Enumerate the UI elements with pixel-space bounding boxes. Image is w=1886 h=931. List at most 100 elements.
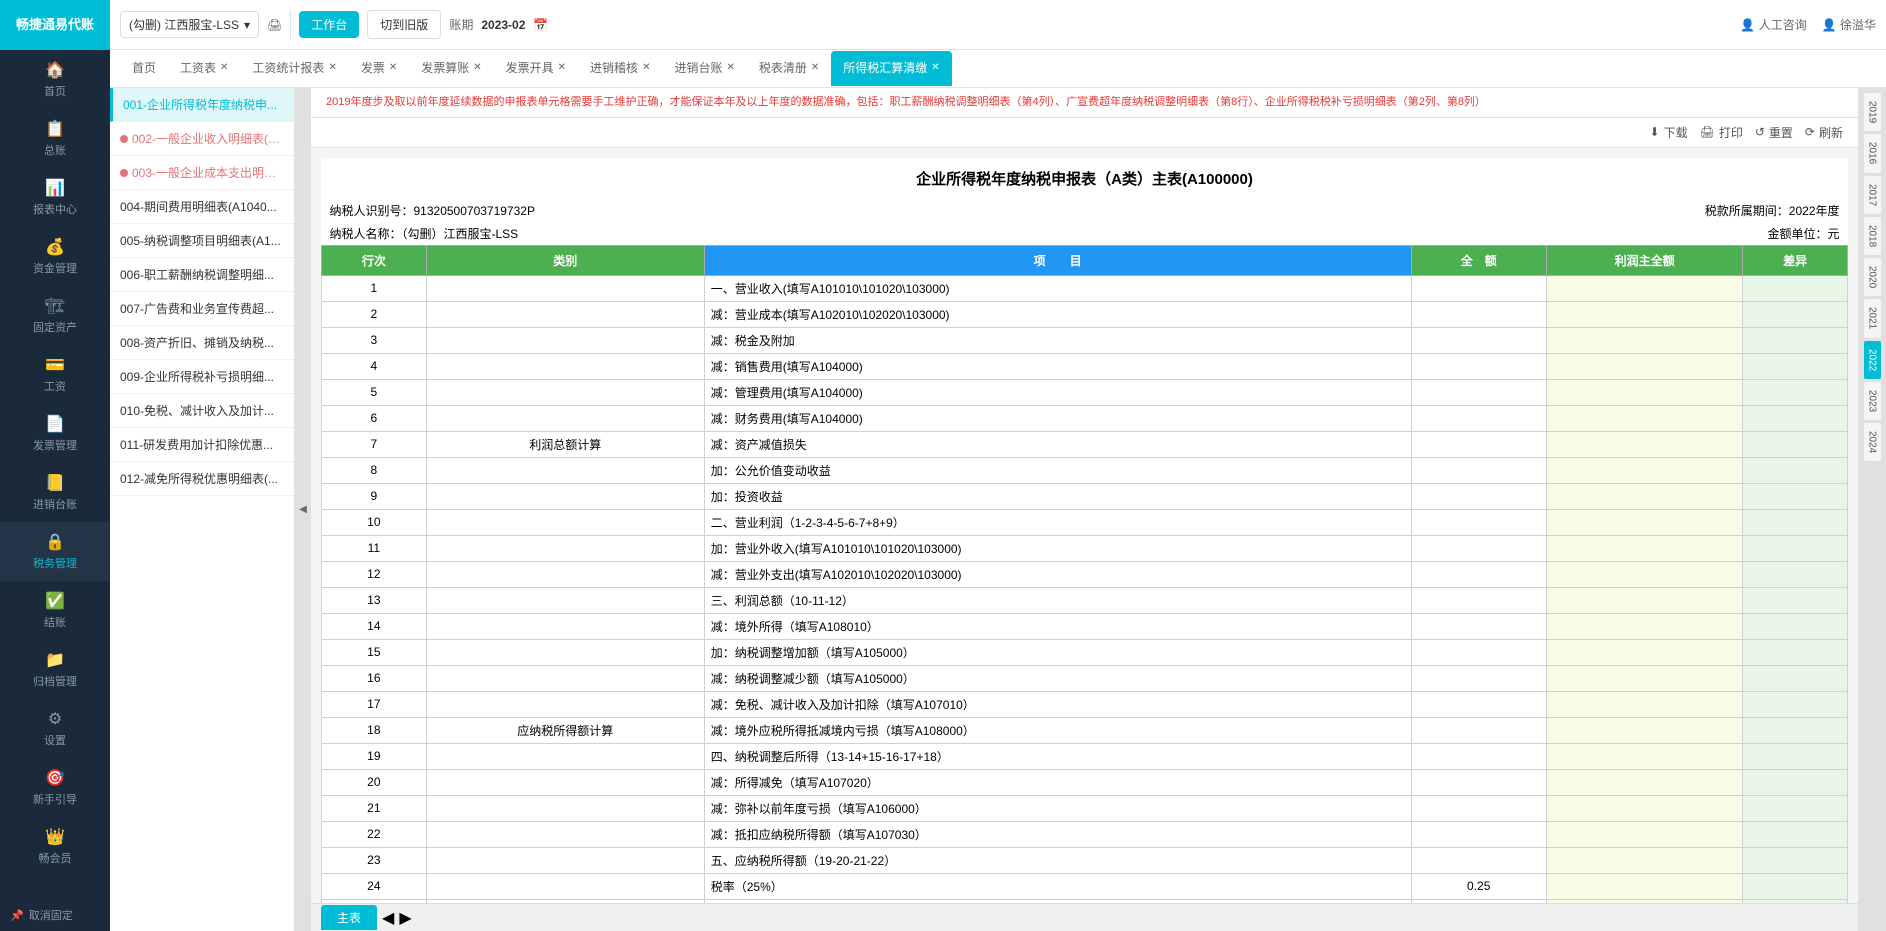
left-panel-item-012[interactable]: 012-减免所得税优惠明细表(...: [110, 462, 294, 496]
collapse-button[interactable]: ◀: [295, 88, 311, 931]
tab-label-5: 发票开具: [506, 59, 554, 76]
tab-close-1[interactable]: ✕: [220, 62, 228, 73]
year-item-2021[interactable]: 2021: [1864, 299, 1881, 337]
download-button[interactable]: ⬇ 下载: [1650, 124, 1688, 141]
tab-close-3[interactable]: ✕: [389, 62, 397, 73]
calendar-icon[interactable]: 📅: [533, 18, 548, 32]
year-item-2024[interactable]: 2024: [1864, 423, 1881, 461]
sidebar-item-畅会员[interactable]: 👑畅会员: [0, 817, 110, 876]
table-row: 10二、营业利润（1-2-3-4-5-6-7+8+9）: [322, 509, 1848, 535]
sidebar-item-进销台账[interactable]: 📒进销台账: [0, 463, 110, 522]
prev-page[interactable]: ◀: [382, 908, 394, 928]
diff-20: [1743, 795, 1848, 821]
tab-close-2[interactable]: ✕: [328, 62, 336, 73]
left-panel-item-003[interactable]: 003-一般企业成本支出明细...: [110, 156, 294, 190]
row-number-15: 16: [322, 665, 427, 691]
tab-close-7[interactable]: ✕: [726, 62, 734, 73]
table-row: 21减：弥补以前年度亏损（填写A106000）: [322, 795, 1848, 821]
table-title: 企业所得税年度纳税申报表（A类）主表(A100000): [322, 158, 1848, 199]
year-item-2017[interactable]: 2017: [1864, 176, 1881, 214]
item-text-8: 加：投资收益: [704, 483, 1411, 509]
tab-close-5[interactable]: ✕: [558, 62, 566, 73]
profit-14: [1546, 639, 1742, 665]
left-panel-item-004[interactable]: 004-期间费用明细表(A1040...: [110, 190, 294, 224]
year-item-2016[interactable]: 2016: [1864, 134, 1881, 172]
profit-6: [1546, 431, 1742, 457]
tab-4[interactable]: 发票算账✕: [409, 51, 493, 86]
tab-1[interactable]: 工资表✕: [168, 51, 240, 86]
amount-9: [1411, 509, 1546, 535]
left-panel-item-009[interactable]: 009-企业所得税补亏损明细...: [110, 360, 294, 394]
sidebar: 畅捷通易代账 🏠首页📋总账📊报表中心💰资金管理🏗固定资产💳工资📄发票管理📒进销台…: [0, 0, 110, 931]
left-panel-item-006[interactable]: 006-职工薪酬纳税调整明细...: [110, 258, 294, 292]
reset-label: 重置: [1769, 124, 1793, 141]
sidebar-item-报表中心[interactable]: 📊报表中心: [0, 168, 110, 227]
bottom-tabs: 主表 ◀ ▶: [311, 903, 1858, 931]
left-panel-item-001[interactable]: 001-企业所得税年度纳税申...: [110, 88, 294, 122]
refresh-button[interactable]: ⟳ 刷新: [1805, 124, 1843, 141]
year-item-2020[interactable]: 2020: [1864, 258, 1881, 296]
sidebar-item-归档管理[interactable]: 📁归档管理: [0, 640, 110, 699]
item-text-16: 减：免税、减计收入及加计扣除（填写A107010）: [704, 691, 1411, 717]
left-panel-item-005[interactable]: 005-纳税调整项目明细表(A1...: [110, 224, 294, 258]
sidebar-item-工资[interactable]: 💳工资: [0, 345, 110, 404]
tab-close-6[interactable]: ✕: [642, 62, 650, 73]
row-number-19: 20: [322, 769, 427, 795]
item-text-22: 五、应纳税所得额（19-20-21-22）: [704, 847, 1411, 873]
category-empty-13: [426, 613, 704, 639]
year-item-2022[interactable]: 2022: [1864, 341, 1881, 379]
company-selector[interactable]: (勾删) 江西服宝-LSS ▾: [120, 11, 259, 38]
diff-11: [1743, 561, 1848, 587]
year-item-2019[interactable]: 2019: [1864, 93, 1881, 131]
reset-button[interactable]: ↺ 重置: [1755, 124, 1793, 141]
tab-close-4[interactable]: ✕: [473, 62, 481, 73]
category-empty-20: [426, 795, 704, 821]
customer-service[interactable]: 👤 人工咨询: [1740, 16, 1806, 33]
sidebar-item-设置[interactable]: ⚙设置: [0, 699, 110, 758]
sidebar-item-新手引导[interactable]: 🎯新手引导: [0, 758, 110, 817]
table-row: 7利润总额计算减：资产减值损失: [322, 431, 1848, 457]
amount-16: [1411, 691, 1546, 717]
amount-5: [1411, 405, 1546, 431]
tab-3[interactable]: 发票✕: [349, 51, 409, 86]
tab-close-8[interactable]: ✕: [811, 62, 819, 73]
sidebar-item-固定资产[interactable]: 🏗固定资产: [0, 286, 110, 345]
tab-8[interactable]: 税表清册✕: [747, 51, 831, 86]
topbar-divider: [290, 10, 291, 40]
left-panel-item-010[interactable]: 010-免税、减计收入及加计...: [110, 394, 294, 428]
table-row: 4减：销售费用(填写A104000): [322, 353, 1848, 379]
category-empty-4: [426, 379, 704, 405]
category-empty-8: [426, 483, 704, 509]
sidebar-item-首页[interactable]: 🏠首页: [0, 50, 110, 109]
sidebar-item-税务管理[interactable]: 🔒税务管理: [0, 522, 110, 581]
sidebar-item-结账[interactable]: ✅结账: [0, 581, 110, 640]
error-dot: [120, 135, 128, 143]
left-panel-item-007[interactable]: 007-广告费和业务宣传费超...: [110, 292, 294, 326]
year-item-2018[interactable]: 2018: [1864, 217, 1881, 255]
tab-6[interactable]: 进销稽核✕: [578, 51, 662, 86]
row-number-9: 10: [322, 509, 427, 535]
print-icon[interactable]: 🖨: [267, 18, 282, 32]
tab-9[interactable]: 所得税汇算清缴✕: [831, 51, 951, 86]
user-avatar[interactable]: 👤 徐溢华: [1822, 16, 1876, 33]
table-wrapper[interactable]: 企业所得税年度纳税申报表（A类）主表(A100000)纳税人识别号：913205…: [311, 148, 1858, 904]
sidebar-item-资金管理[interactable]: 💰资金管理: [0, 227, 110, 286]
tab-5[interactable]: 发票开具 ✕: [494, 51, 578, 86]
tab-close-9[interactable]: ✕: [931, 62, 939, 73]
year-item-2023[interactable]: 2023: [1864, 382, 1881, 420]
left-item-label-6: 007-广告费和业务宣传费超...: [120, 302, 274, 316]
left-panel-item-002[interactable]: 002-一般企业收入明细表(A1...: [110, 122, 294, 156]
left-panel-item-011[interactable]: 011-研发费用加计扣除优惠...: [110, 428, 294, 462]
sidebar-item-总账[interactable]: 📋总账: [0, 109, 110, 168]
tab-7[interactable]: 进销台账✕: [662, 51, 746, 86]
print-button[interactable]: 🖨 打印: [1700, 124, 1743, 141]
sidebar-item-发票管理[interactable]: 📄发票管理: [0, 404, 110, 463]
unpin-button[interactable]: 📌 取消固定: [0, 899, 110, 931]
bottom-tab-0[interactable]: 主表: [321, 905, 377, 930]
tab-0[interactable]: 首页: [120, 51, 168, 86]
workspace-button[interactable]: 工作台: [299, 11, 359, 38]
tab-2[interactable]: 工资统计报表✕: [240, 51, 348, 86]
switch-button[interactable]: 切到旧版: [367, 10, 441, 39]
left-panel-item-008[interactable]: 008-资产折旧、摊销及纳税...: [110, 326, 294, 360]
next-page[interactable]: ▶: [399, 908, 411, 928]
